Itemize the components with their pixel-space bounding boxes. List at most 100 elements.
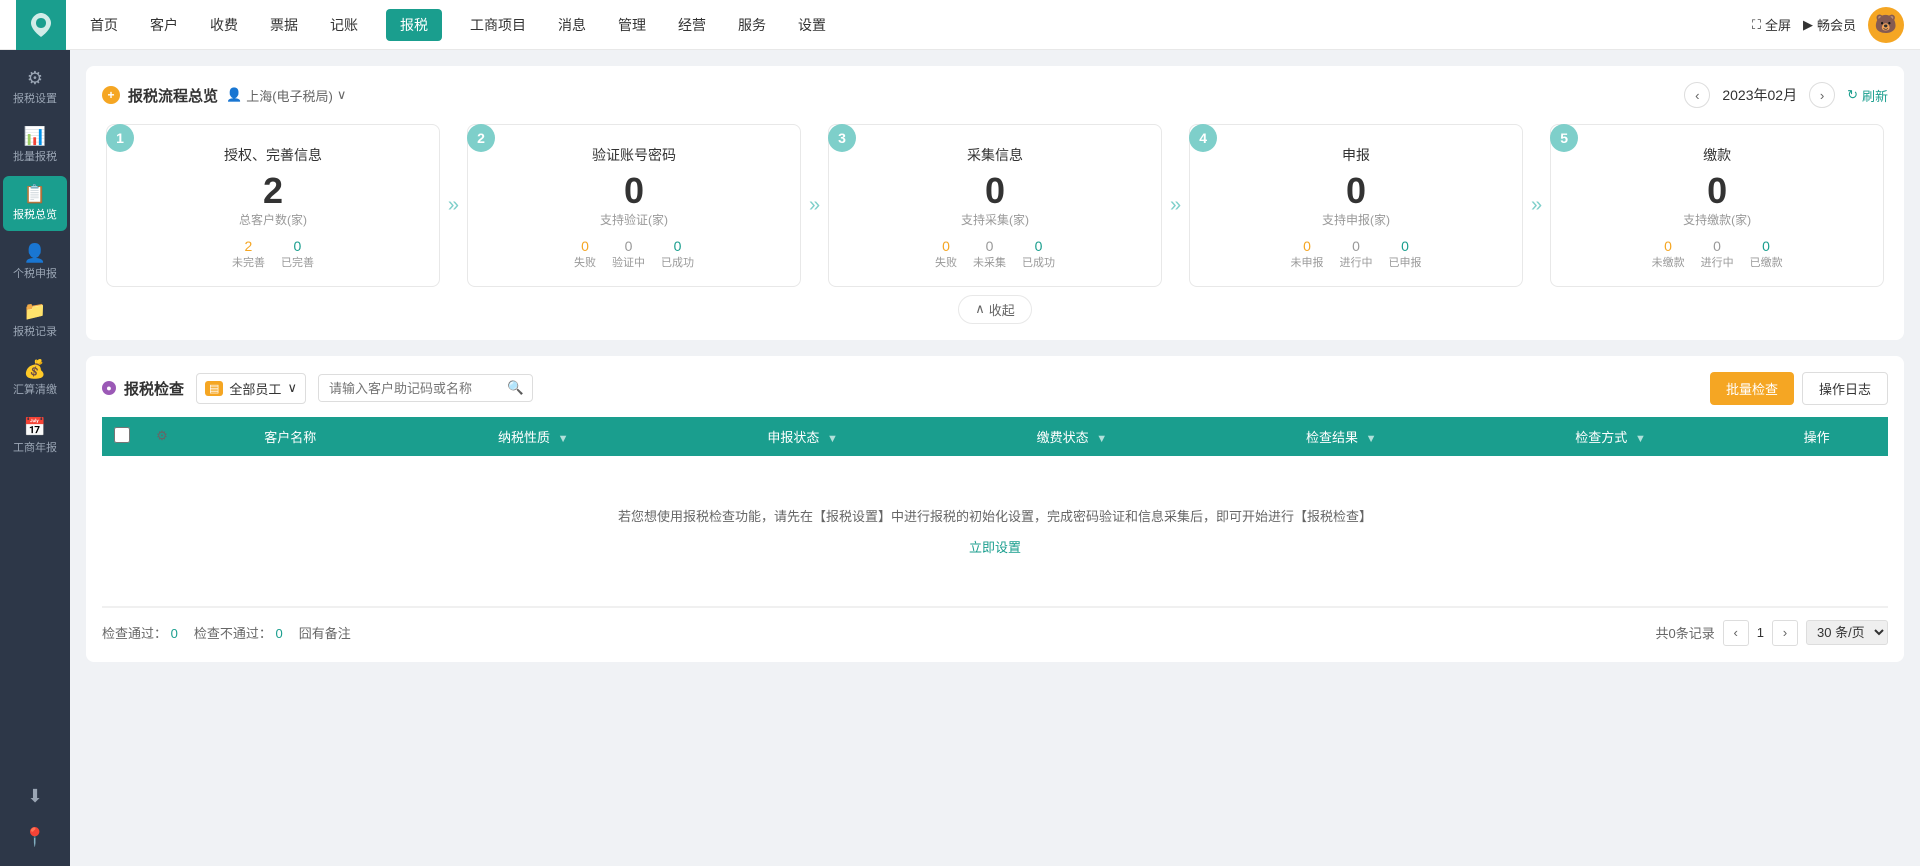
stat-2-0[interactable]: 0 失败 <box>574 238 596 270</box>
nav-settings[interactable]: 设置 <box>794 15 830 35</box>
search-button[interactable]: 🔍 <box>499 375 532 401</box>
filter-icon-3[interactable]: ▼ <box>1096 433 1107 445</box>
prev-page-btn[interactable]: ‹ <box>1723 620 1749 646</box>
month-nav: ‹ 2023年02月 › <box>1684 82 1835 108</box>
select-all-checkbox[interactable] <box>114 427 130 443</box>
sidebar-item-personal-tax[interactable]: 👤 个税申报 <box>3 235 67 289</box>
stat-3-2[interactable]: 0 已成功 <box>1022 238 1055 270</box>
nav-tax[interactable]: 报税 <box>386 9 442 41</box>
stat-5-2[interactable]: 0 已缴款 <box>1750 238 1783 270</box>
filter-icon-1[interactable]: ▼ <box>558 433 569 445</box>
step-num-2: 2 <box>467 124 495 152</box>
arrow-2: » <box>805 194 824 217</box>
nav-home[interactable]: 首页 <box>86 15 122 35</box>
step-stats-4: 0 未申报 0 进行中 0 已申报 <box>1291 238 1422 270</box>
total-records: 共0条记录 <box>1656 623 1715 642</box>
filter-icon-4[interactable]: ▼ <box>1366 433 1377 445</box>
arrow-1: » <box>444 194 463 217</box>
nav-operation[interactable]: 经营 <box>674 15 710 35</box>
search-input[interactable] <box>319 376 499 401</box>
step-subtitle-5: 支持缴款(家) <box>1683 211 1751 228</box>
step-subtitle-2: 支持验证(家) <box>600 211 668 228</box>
nav-fee[interactable]: 收费 <box>206 15 242 35</box>
nav-message[interactable]: 消息 <box>554 15 590 35</box>
stat-4-1[interactable]: 0 进行中 <box>1340 238 1373 270</box>
batch-check-btn[interactable]: 批量检查 <box>1710 372 1794 405</box>
step-card-5: 5 缴款 0 支持缴款(家) 0 未缴款 0 进行中 <box>1550 124 1884 287</box>
filter-icon-2[interactable]: ▼ <box>827 433 838 445</box>
stat-3-1[interactable]: 0 未采集 <box>973 238 1006 270</box>
th-customer-name: 客户名称 <box>182 417 399 456</box>
collapse-btn[interactable]: ∧ 收起 <box>958 295 1032 324</box>
employee-select[interactable]: ▤ 全部员工 ∨ <box>196 373 306 404</box>
sidebar-item-download[interactable]: ⬇ <box>3 778 67 815</box>
stat-1-0[interactable]: 2 未完善 <box>232 238 265 270</box>
empty-state-row: 若您想使用报税检查功能，请先在【报税设置】中进行报税的初始化设置，完成密码验证和… <box>102 456 1888 607</box>
th-tax-type: 纳税性质 ▼ <box>399 417 668 456</box>
setup-link[interactable]: 立即设置 <box>969 540 1021 555</box>
sidebar-label-batch-tax: 批量报税 <box>13 151 57 164</box>
nav-manage[interactable]: 管理 <box>614 15 650 35</box>
pass-count-link[interactable]: 0 <box>171 626 178 641</box>
per-page-select[interactable]: 30 条/页 <box>1806 620 1888 645</box>
sidebar-item-batch-tax[interactable]: 📊 批量报税 <box>3 118 67 172</box>
stat-value-3-1: 0 <box>973 238 1006 254</box>
table-wrapper: ⚙ 客户名称 纳税性质 ▼ 申报状态 ▼ <box>102 417 1888 607</box>
location-badge[interactable]: 👤 上海(电子税局) ∨ <box>226 86 346 105</box>
location-icon: 📍 <box>24 827 46 848</box>
sidebar-label-settlement: 汇算清缴 <box>13 384 57 397</box>
sidebar: ⚙ 报税设置 📊 批量报税 📋 报税总览 👤 个税申报 📁 报税记录 💰 汇算清… <box>0 50 70 866</box>
sidebar-item-annual-report[interactable]: 📅 工商年报 <box>3 409 67 463</box>
check-card: ● 报税检查 ▤ 全部员工 ∨ 🔍 批量检查 操作日志 <box>86 356 1904 662</box>
stat-5-0[interactable]: 0 未缴款 <box>1652 238 1685 270</box>
empty-message: 若您想使用报税检查功能，请先在【报税设置】中进行报税的初始化设置，完成密码验证和… <box>134 506 1856 525</box>
sidebar-item-location[interactable]: 📍 <box>3 819 67 856</box>
top-nav: 首页 客户 收费 票据 记账 报税 工商项目 消息 管理 经营 服务 设置 ⛶ … <box>0 0 1920 50</box>
table-settings-icon[interactable]: ⚙ <box>156 428 168 443</box>
fullscreen-btn[interactable]: ⛶ 全屏 <box>1752 15 1791 34</box>
plus-icon: + <box>102 86 120 104</box>
nav-business[interactable]: 工商项目 <box>466 15 530 35</box>
mascot-avatar[interactable]: 🐻 <box>1868 7 1904 43</box>
stat-label-5-0: 未缴款 <box>1652 254 1685 270</box>
fail-count-link[interactable]: 0 <box>276 626 283 641</box>
stat-value-3-2: 0 <box>1022 238 1055 254</box>
next-month-btn[interactable]: › <box>1809 82 1835 108</box>
overview-header-right: ‹ 2023年02月 › ↻ 刷新 <box>1684 82 1888 108</box>
filter-icon-5[interactable]: ▼ <box>1635 433 1646 445</box>
next-page-btn[interactable]: › <box>1772 620 1798 646</box>
empty-state-cell: 若您想使用报税检查功能，请先在【报税设置】中进行报税的初始化设置，完成密码验证和… <box>102 456 1888 607</box>
stat-label-2-1: 验证中 <box>612 254 645 270</box>
sidebar-item-tax-records[interactable]: 📁 报税记录 <box>3 293 67 347</box>
refresh-btn[interactable]: ↻ 刷新 <box>1847 86 1888 105</box>
step-title-2: 验证账号密码 <box>592 145 676 165</box>
table-body: 若您想使用报税检查功能，请先在【报税设置】中进行报税的初始化设置，完成密码验证和… <box>102 456 1888 607</box>
stat-5-1[interactable]: 0 进行中 <box>1701 238 1734 270</box>
sidebar-item-tax-settings[interactable]: ⚙ 报税设置 <box>3 60 67 114</box>
search-icon: 🔍 <box>507 380 524 395</box>
stat-2-2[interactable]: 0 已成功 <box>661 238 694 270</box>
sidebar-label-annual-report: 工商年报 <box>13 442 57 455</box>
stat-2-1[interactable]: 0 验证中 <box>612 238 645 270</box>
stat-4-0[interactable]: 0 未申报 <box>1291 238 1324 270</box>
step-title-5: 缴款 <box>1703 145 1731 165</box>
prev-month-btn[interactable]: ‹ <box>1684 82 1710 108</box>
stat-label-4-0: 未申报 <box>1291 254 1324 270</box>
check-table: ⚙ 客户名称 纳税性质 ▼ 申报状态 ▼ <box>102 417 1888 607</box>
step-count-2: 0 <box>624 171 644 211</box>
step-title-4: 申报 <box>1342 145 1370 165</box>
nav-invoice[interactable]: 票据 <box>266 15 302 35</box>
collapse-row: ∧ 收起 <box>102 287 1888 324</box>
stat-3-0[interactable]: 0 失败 <box>935 238 957 270</box>
membership-btn[interactable]: ▶ 畅会员 <box>1803 15 1856 34</box>
stat-4-2[interactable]: 0 已申报 <box>1389 238 1422 270</box>
nav-service[interactable]: 服务 <box>734 15 770 35</box>
sidebar-item-tax-overview[interactable]: 📋 报税总览 <box>3 176 67 230</box>
step-title-1: 授权、完善信息 <box>224 145 322 165</box>
nav-customer[interactable]: 客户 <box>146 15 182 35</box>
operation-log-btn[interactable]: 操作日志 <box>1802 372 1888 405</box>
stat-1-1[interactable]: 0 已完善 <box>281 238 314 270</box>
logo[interactable] <box>16 0 66 50</box>
nav-accounting[interactable]: 记账 <box>326 15 362 35</box>
sidebar-item-settlement[interactable]: 💰 汇算清缴 <box>3 351 67 405</box>
